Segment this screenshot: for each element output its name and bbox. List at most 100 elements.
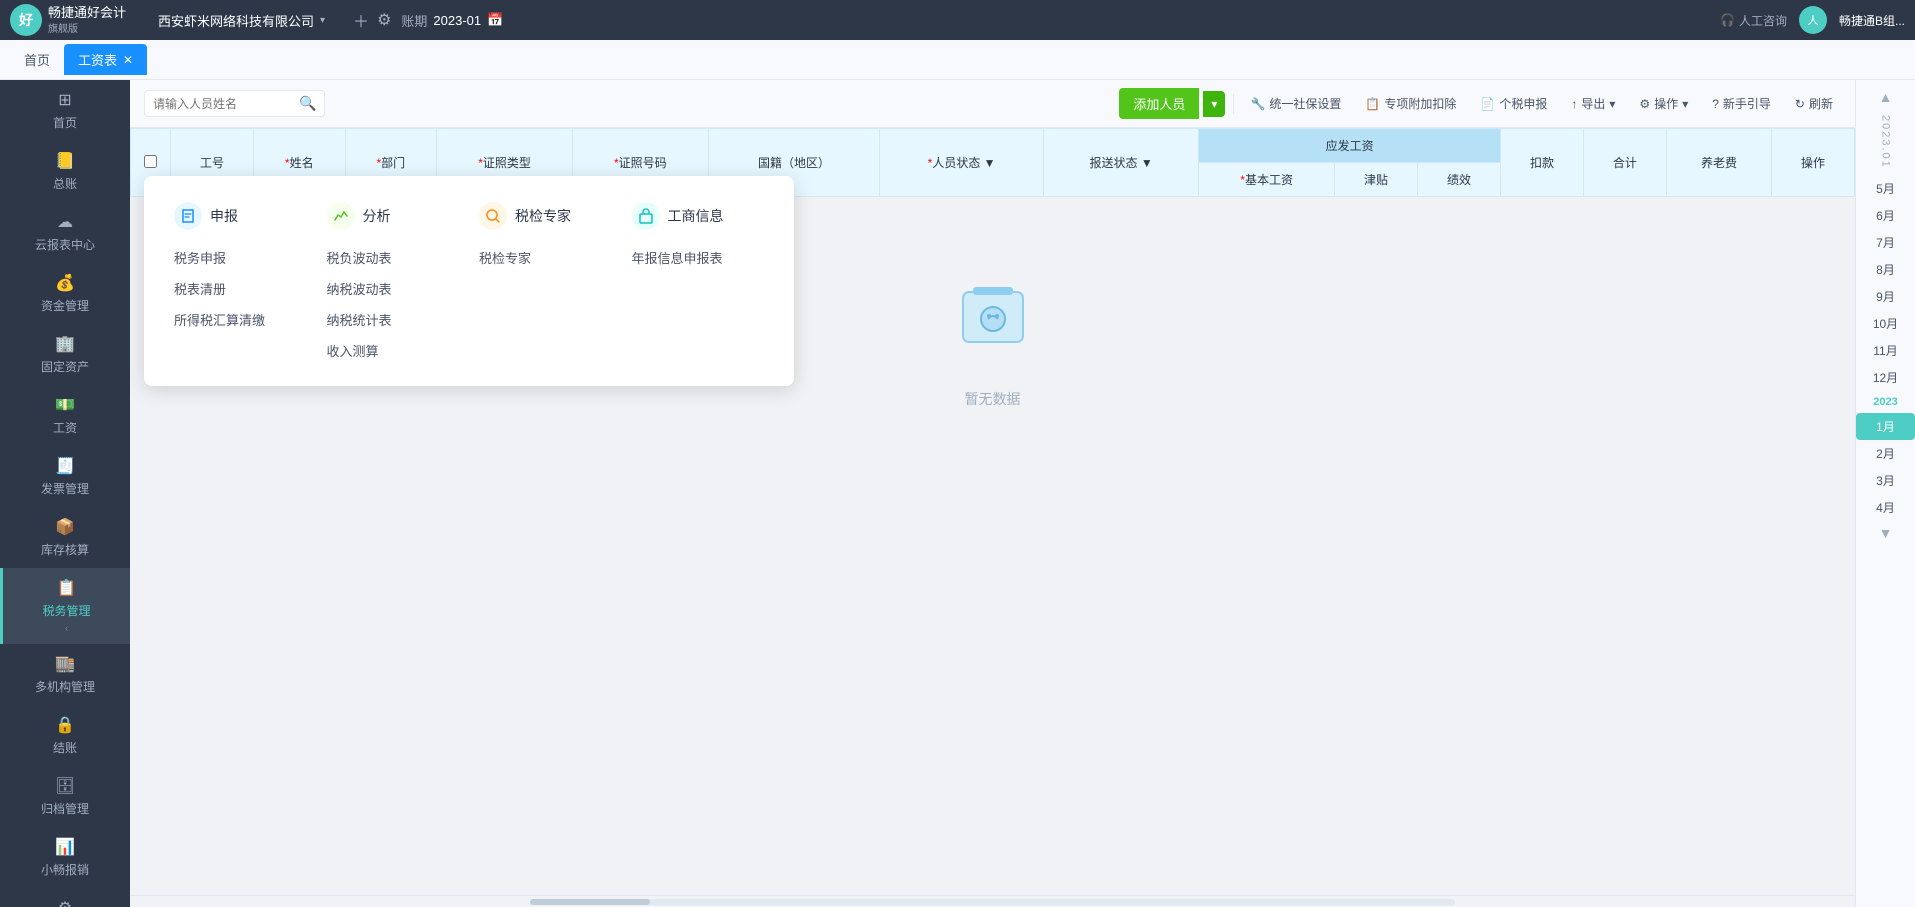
refresh-button[interactable]: ↻ 刷新: [1787, 91, 1841, 116]
calendar-month-4-2023[interactable]: 4月: [1856, 494, 1915, 521]
user-name[interactable]: 畅捷通B组...: [1839, 12, 1905, 29]
empty-text: 暂无数据: [965, 389, 1021, 409]
search-input[interactable]: [153, 97, 293, 111]
dropdown-section-declaration: 申报 税务申报 税表清册 所得税汇算清缴: [164, 196, 317, 366]
calendar-month-1-2023[interactable]: 1月: [1856, 413, 1915, 440]
operations-icon: ⚙: [1639, 97, 1650, 111]
invoice-icon: 🧾: [55, 456, 75, 476]
logo-area: 好 畅捷通好会计 旗舰版: [10, 4, 140, 36]
sidebar-item-inventory[interactable]: 📦 库存核算: [0, 507, 130, 568]
dropdown-item-tax-statistics[interactable]: 纳税统计表: [327, 304, 460, 335]
col-action: 操作: [1772, 129, 1855, 197]
special-deduction-button[interactable]: 📋 专项附加扣除: [1357, 91, 1464, 116]
sidebar-item-multi-org[interactable]: 🏬 多机构管理: [0, 644, 130, 705]
select-all-checkbox[interactable]: [144, 155, 157, 168]
sidebar-item-cloud-report[interactable]: ☁ 云报表中心: [0, 202, 130, 263]
toolbar: 🔍 添加人员 ▾ 🔧 统一社保设置 📋 专项附加扣除 📄 个税申报: [130, 80, 1855, 128]
tab-payroll-close[interactable]: ✕: [123, 53, 133, 67]
special-deduction-label: 专项附加扣除: [1384, 95, 1456, 112]
section-business-info-header: 工商信息: [632, 196, 765, 242]
col-base-salary: *基本工资: [1199, 163, 1335, 197]
col-pension: 养老费: [1666, 129, 1771, 197]
calendar-month-5-2022[interactable]: 5月: [1856, 175, 1915, 202]
calendar-month-3-2023[interactable]: 3月: [1856, 467, 1915, 494]
dropdown-item-tax-declaration[interactable]: 税务申报: [174, 242, 307, 273]
dropdown-menu: 申报 税务申报 税表清册 所得税汇算清缴 分析: [144, 176, 794, 386]
add-person-button[interactable]: 添加人员: [1119, 88, 1199, 119]
tax-expert-icon: [479, 202, 507, 230]
col-deduction: 扣款: [1500, 129, 1583, 197]
sidebar-item-close[interactable]: 🔒 结账: [0, 705, 130, 766]
assets-icon: 🏢: [55, 334, 75, 354]
add-person-label: 添加人员: [1133, 94, 1185, 113]
inventory-icon: 📦: [55, 517, 75, 537]
cloud-icon: ☁: [57, 212, 73, 232]
main-content: ⊞ 首页 📒 总账 ☁ 云报表中心 💰 资金管理 🏢 固定资产 💵 工资 🧾 发…: [0, 80, 1915, 907]
calendar-month-8-2022[interactable]: 8月: [1856, 256, 1915, 283]
dropdown-item-tax-burden[interactable]: 税负波动表: [327, 242, 460, 273]
dropdown-item-tax-register[interactable]: 税表清册: [174, 273, 307, 304]
calendar-month-10-2022[interactable]: 10月: [1856, 310, 1915, 337]
social-insurance-button[interactable]: 🔧 统一社保设置: [1242, 91, 1349, 116]
search-box: 🔍: [144, 90, 325, 117]
col-salary-group: 应发工资: [1199, 129, 1501, 163]
tax-declaration-button[interactable]: 📄 个税申报: [1472, 91, 1555, 116]
app-name: 畅捷通好会计: [48, 5, 126, 21]
multi-org-icon: 🏬: [55, 654, 75, 674]
calendar-month-9-2022[interactable]: 9月: [1856, 283, 1915, 310]
section-declaration-title: 申报: [210, 206, 238, 226]
social-insurance-label: 统一社保设置: [1269, 95, 1341, 112]
sidebar-item-assets[interactable]: 🏢 固定资产: [0, 324, 130, 385]
top-bar: 好 畅捷通好会计 旗舰版 西安虾米网络科技有限公司 ▾ ＋ ⚙ 账期 2023-…: [0, 0, 1915, 40]
tab-payroll[interactable]: 工资表 ✕: [64, 44, 147, 75]
sidebar-item-tax[interactable]: 📋 税务管理 ‹: [0, 568, 130, 644]
sidebar-item-home[interactable]: ⊞ 首页: [0, 80, 130, 141]
guide-button[interactable]: ? 新手引导: [1704, 91, 1779, 116]
calendar-month-11-2022[interactable]: 11月: [1856, 337, 1915, 364]
close-period-icon: 🔒: [55, 715, 75, 735]
sidebar-label-home: 首页: [53, 114, 77, 131]
xiao-report-icon: 📊: [55, 837, 75, 857]
calendar-month-12-2022[interactable]: 12月: [1856, 364, 1915, 391]
sidebar-item-archive[interactable]: 🗄 归档管理: [0, 766, 130, 827]
tab-home[interactable]: 首页: [10, 44, 64, 75]
scroll-thumb[interactable]: [530, 899, 650, 905]
separator-1: [1233, 94, 1234, 114]
operations-button[interactable]: ⚙ 操作 ▾: [1631, 91, 1696, 116]
section-analysis-header: 分析: [327, 196, 460, 242]
top-bar-actions: ＋ ⚙: [353, 8, 391, 32]
export-button[interactable]: ↑ 导出 ▾: [1563, 91, 1623, 116]
service-button[interactable]: 🎧 人工咨询: [1720, 12, 1787, 29]
dropdown-item-tax-fluctuation[interactable]: 纳税波动表: [327, 273, 460, 304]
settings-icon[interactable]: ⚙: [377, 10, 391, 30]
sidebar-item-settings[interactable]: ⚙ 基础设置: [0, 888, 130, 907]
sidebar-item-xiao-report[interactable]: 📊 小畅报销: [0, 827, 130, 888]
table-container: 工号 *姓名 *部门 *证照类型 *证照号码 国籍（地区: [130, 128, 1855, 895]
dropdown-section-business-info: 工商信息 年报信息申报表: [622, 196, 775, 366]
calendar-down-button[interactable]: ▼: [1879, 521, 1893, 545]
horizontal-scrollbar[interactable]: [130, 895, 1855, 907]
add-person-dropdown-button[interactable]: ▾: [1203, 91, 1225, 117]
headset-icon: 🎧: [1720, 13, 1735, 27]
company-selector[interactable]: 西安虾米网络科技有限公司 ▾: [150, 7, 333, 34]
period-calendar-icon[interactable]: 📅: [487, 12, 503, 28]
sidebar-label-ledger: 总账: [53, 175, 77, 192]
dropdown-item-annual-report[interactable]: 年报信息申报表: [632, 242, 765, 273]
tax-icon: 📋: [57, 578, 77, 598]
sidebar-item-ledger[interactable]: 📒 总账: [0, 141, 130, 202]
sidebar-item-invoice[interactable]: 🧾 发票管理: [0, 446, 130, 507]
calendar-month-6-2022[interactable]: 6月: [1856, 202, 1915, 229]
declaration-icon: [174, 202, 202, 230]
calendar-month-2-2023[interactable]: 2月: [1856, 440, 1915, 467]
dropdown-item-income-tax-clearance[interactable]: 所得税汇算清缴: [174, 304, 307, 335]
calendar-up-button[interactable]: ▲: [1879, 85, 1893, 109]
dropdown-item-tax-expert[interactable]: 税检专家: [479, 242, 612, 273]
calendar-month-7-2022[interactable]: 7月: [1856, 229, 1915, 256]
add-company-button[interactable]: ＋: [353, 8, 369, 32]
sidebar-item-fund[interactable]: 💰 资金管理: [0, 263, 130, 324]
sidebar-item-payroll[interactable]: 💵 工资: [0, 385, 130, 446]
dropdown-item-income-estimate[interactable]: 收入测算: [327, 335, 460, 366]
sidebar-label-tax: 税务管理: [42, 602, 90, 619]
export-icon: ↑: [1571, 97, 1577, 111]
period-value: 2023-01: [433, 13, 481, 28]
